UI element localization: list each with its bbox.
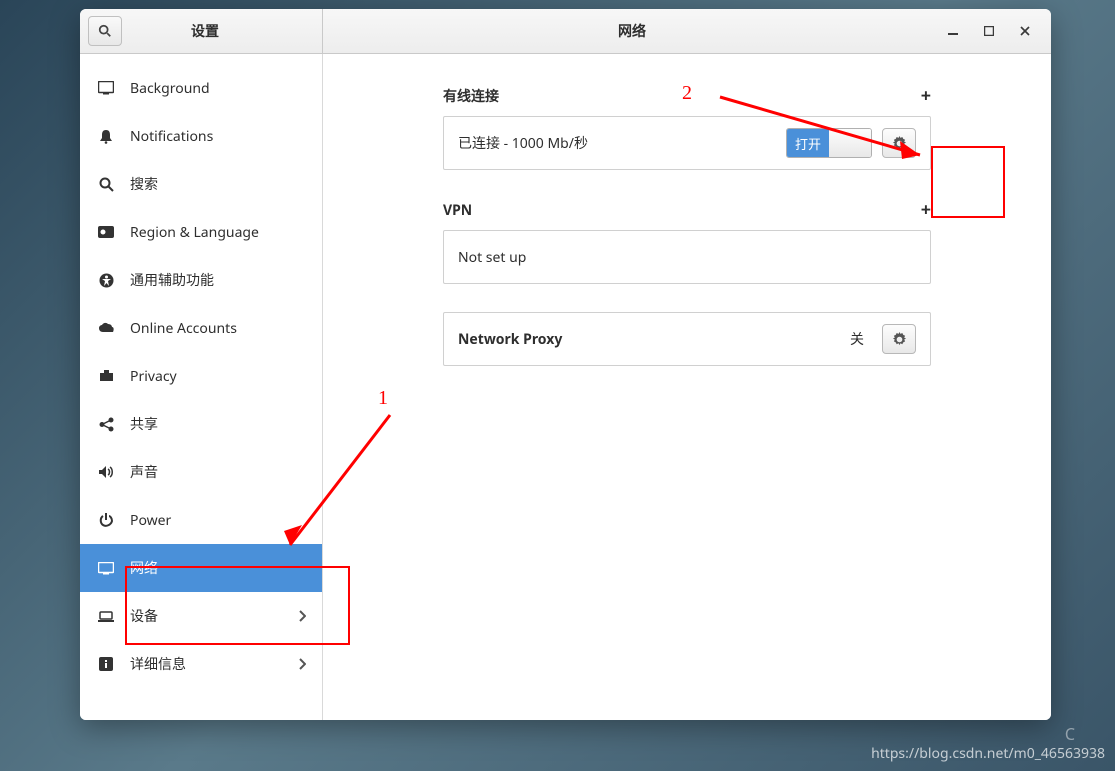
sidebar-item-privacy[interactable]: Privacy (80, 352, 322, 400)
window-controls (941, 19, 1051, 43)
minimize-icon (948, 26, 958, 36)
sidebar-item-label: 网络 (130, 558, 158, 578)
content: Background Notifications 搜索 Region & Lan… (80, 54, 1051, 720)
chevron-right-icon (298, 658, 306, 670)
search-icon (96, 177, 116, 192)
sidebar-item-devices[interactable]: 设备 (80, 592, 322, 640)
sidebar-item-label: 通用辅助功能 (130, 270, 214, 290)
online-accounts-icon (96, 322, 116, 335)
wired-settings-button[interactable] (882, 128, 916, 158)
sidebar-item-label: 共享 (130, 414, 158, 434)
toggle-on-label: 打开 (787, 129, 829, 157)
network-icon (96, 562, 116, 575)
settings-window: 设置 网络 Background (80, 9, 1051, 720)
region-icon (96, 226, 116, 238)
proxy-card: Network Proxy 关 (443, 312, 931, 366)
main-panel-title: 网络 (323, 21, 941, 41)
sidebar-item-label: Notifications (130, 127, 213, 146)
wired-card: 已连接 - 1000 Mb/秒 打开 (443, 116, 931, 170)
search-icon (98, 24, 112, 38)
vpn-row: Not set up (444, 231, 930, 283)
sidebar-item-region-language[interactable]: Region & Language (80, 208, 322, 256)
wired-section-header: 有线连接 + (443, 84, 931, 108)
power-icon (96, 513, 116, 528)
accessibility-icon (96, 273, 116, 288)
minimize-button[interactable] (941, 19, 965, 43)
vpn-section-title: VPN (443, 201, 472, 220)
gear-icon (892, 332, 907, 347)
chevron-right-icon (298, 610, 306, 622)
proxy-title: Network Proxy (458, 330, 562, 349)
wired-toggle[interactable]: 打开 (786, 128, 872, 158)
details-icon (96, 657, 116, 671)
close-button[interactable] (1013, 19, 1037, 43)
titlebar-right: 网络 (323, 9, 1051, 53)
sidebar-item-label: 搜索 (130, 174, 158, 194)
vpn-card: Not set up (443, 230, 931, 284)
sidebar-item-label: 声音 (130, 462, 158, 482)
privacy-icon (96, 369, 116, 383)
corner-char: C (1065, 723, 1075, 745)
proxy-status: 关 (850, 329, 864, 349)
vpn-status-label: Not set up (458, 248, 526, 267)
wired-status-label: 已连接 - 1000 Mb/秒 (458, 133, 588, 153)
sidebar-item-accessibility[interactable]: 通用辅助功能 (80, 256, 322, 304)
search-button[interactable] (88, 16, 122, 46)
watermark: https://blog.csdn.net/m0_46563938 (871, 744, 1105, 763)
sidebar-item-power[interactable]: Power (80, 496, 322, 544)
sound-icon (96, 465, 116, 479)
sidebar-item-label: Power (130, 511, 171, 530)
sidebar-item-online-accounts[interactable]: Online Accounts (80, 304, 322, 352)
sidebar-item-sound[interactable]: 声音 (80, 448, 322, 496)
gear-icon (892, 136, 907, 151)
sidebar-item-notifications[interactable]: Notifications (80, 112, 322, 160)
sidebar-item-label: Online Accounts (130, 319, 237, 338)
sidebar-item-sharing[interactable]: 共享 (80, 400, 322, 448)
sidebar-item-details[interactable]: 详细信息 (80, 640, 322, 688)
maximize-button[interactable] (977, 19, 1001, 43)
proxy-row[interactable]: Network Proxy 关 (444, 313, 930, 365)
sidebar-item-network[interactable]: 网络 (80, 544, 322, 592)
proxy-settings-button[interactable] (882, 324, 916, 354)
sidebar-item-label: 设备 (130, 606, 158, 626)
background-icon (96, 81, 116, 95)
titlebar: 设置 网络 (80, 9, 1051, 54)
main-panel: 有线连接 + 已连接 - 1000 Mb/秒 打开 VPN + (323, 54, 1051, 720)
maximize-icon (984, 26, 994, 36)
titlebar-left: 设置 (80, 9, 323, 53)
sidebar-item-label: Privacy (130, 367, 177, 386)
add-vpn-button[interactable]: + (921, 198, 931, 222)
sidebar-item-background[interactable]: Background (80, 64, 322, 112)
wired-section-title: 有线连接 (443, 86, 499, 106)
sidebar-item-label: Background (130, 79, 210, 98)
toggle-slider (829, 129, 871, 157)
sidebar-panel-title: 设置 (122, 21, 322, 41)
close-icon (1020, 26, 1030, 36)
wired-connection-row: 已连接 - 1000 Mb/秒 打开 (444, 117, 930, 169)
bell-icon (96, 129, 116, 144)
sidebar-item-label: Region & Language (130, 223, 259, 242)
sidebar-item-search[interactable]: 搜索 (80, 160, 322, 208)
vpn-section-header: VPN + (443, 198, 931, 222)
sidebar[interactable]: Background Notifications 搜索 Region & Lan… (80, 54, 323, 720)
add-wired-button[interactable]: + (921, 84, 931, 108)
devices-icon (96, 610, 116, 623)
sidebar-item-label: 详细信息 (130, 654, 186, 674)
sharing-icon (96, 417, 116, 432)
